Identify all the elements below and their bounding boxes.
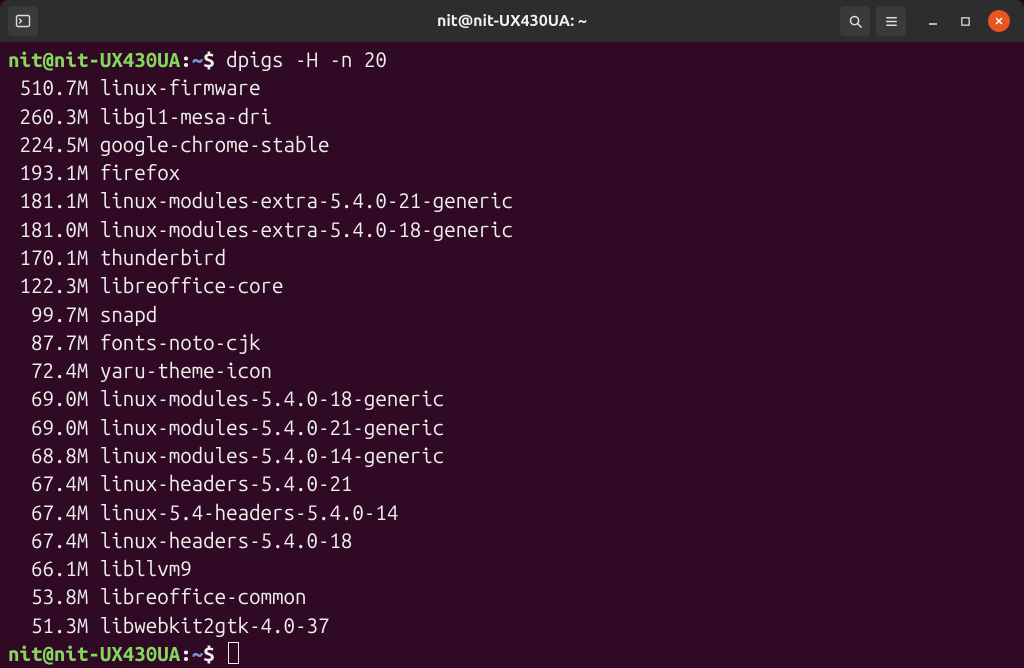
- minimize-icon: [927, 15, 939, 27]
- output-line: 67.4M linux-headers-5.4.0-21: [8, 470, 1016, 498]
- close-button[interactable]: [988, 10, 1010, 32]
- output-line: 67.4M linux-headers-5.4.0-18: [8, 527, 1016, 555]
- output-line: 181.1M linux-modules-extra-5.4.0-21-gene…: [8, 187, 1016, 215]
- search-button[interactable]: [840, 6, 870, 36]
- prompt-line-2: nit@nit-UX430UA:~$: [8, 640, 1016, 668]
- output-line: 170.1M thunderbird: [8, 244, 1016, 272]
- output-line: 51.3M libwebkit2gtk-4.0-37: [8, 612, 1016, 640]
- output-line: 87.7M fonts-noto-cjk: [8, 329, 1016, 357]
- prompt-dollar: $: [203, 48, 214, 71]
- new-tab-button[interactable]: [8, 6, 38, 36]
- maximize-icon: [960, 16, 971, 27]
- minimize-button[interactable]: [924, 12, 942, 30]
- output-line: 72.4M yaru-theme-icon: [8, 357, 1016, 385]
- hamburger-icon: [884, 14, 899, 29]
- titlebar: nit@nit-UX430UA: ~: [0, 0, 1024, 42]
- prompt-line-1: nit@nit-UX430UA:~$ dpigs -H -n 20: [8, 46, 1016, 74]
- command-text: dpigs -H -n 20: [215, 48, 387, 71]
- maximize-button[interactable]: [956, 12, 974, 30]
- output-line: 224.5M google-chrome-stable: [8, 131, 1016, 159]
- prompt-path: ~: [192, 48, 203, 71]
- prompt-colon: :: [180, 48, 191, 71]
- terminal-tab-icon: [15, 13, 31, 29]
- titlebar-left: [8, 6, 38, 36]
- prompt-dollar: $: [203, 642, 214, 665]
- cursor: [228, 642, 239, 664]
- output-line: 53.8M libreoffice-common: [8, 583, 1016, 611]
- prompt-user-host: nit@nit-UX430UA: [8, 642, 180, 665]
- output-line: 69.0M linux-modules-5.4.0-18-generic: [8, 385, 1016, 413]
- output-line: 122.3M libreoffice-core: [8, 272, 1016, 300]
- prompt-colon: :: [180, 642, 191, 665]
- menu-button[interactable]: [876, 6, 906, 36]
- output-line: 510.7M linux-firmware: [8, 74, 1016, 102]
- window-title: nit@nit-UX430UA: ~: [437, 12, 587, 30]
- prompt-user-host: nit@nit-UX430UA: [8, 48, 180, 71]
- output-line: 68.8M linux-modules-5.4.0-14-generic: [8, 442, 1016, 470]
- output-line: 67.4M linux-5.4-headers-5.4.0-14: [8, 499, 1016, 527]
- window-controls: [924, 10, 1010, 32]
- output-line: 193.1M firefox: [8, 159, 1016, 187]
- output-line: 99.7M snapd: [8, 301, 1016, 329]
- output-line: 69.0M linux-modules-5.4.0-21-generic: [8, 414, 1016, 442]
- output-line: 181.0M linux-modules-extra-5.4.0-18-gene…: [8, 216, 1016, 244]
- terminal-area[interactable]: nit@nit-UX430UA:~$ dpigs -H -n 20 510.7M…: [0, 42, 1024, 668]
- search-icon: [848, 14, 863, 29]
- output-container: 510.7M linux-firmware 260.3M libgl1-mesa…: [8, 74, 1016, 640]
- titlebar-right: [840, 6, 1016, 36]
- output-line: 66.1M libllvm9: [8, 555, 1016, 583]
- output-line: 260.3M libgl1-mesa-dri: [8, 103, 1016, 131]
- prompt-path: ~: [192, 642, 203, 665]
- close-icon: [994, 16, 1004, 26]
